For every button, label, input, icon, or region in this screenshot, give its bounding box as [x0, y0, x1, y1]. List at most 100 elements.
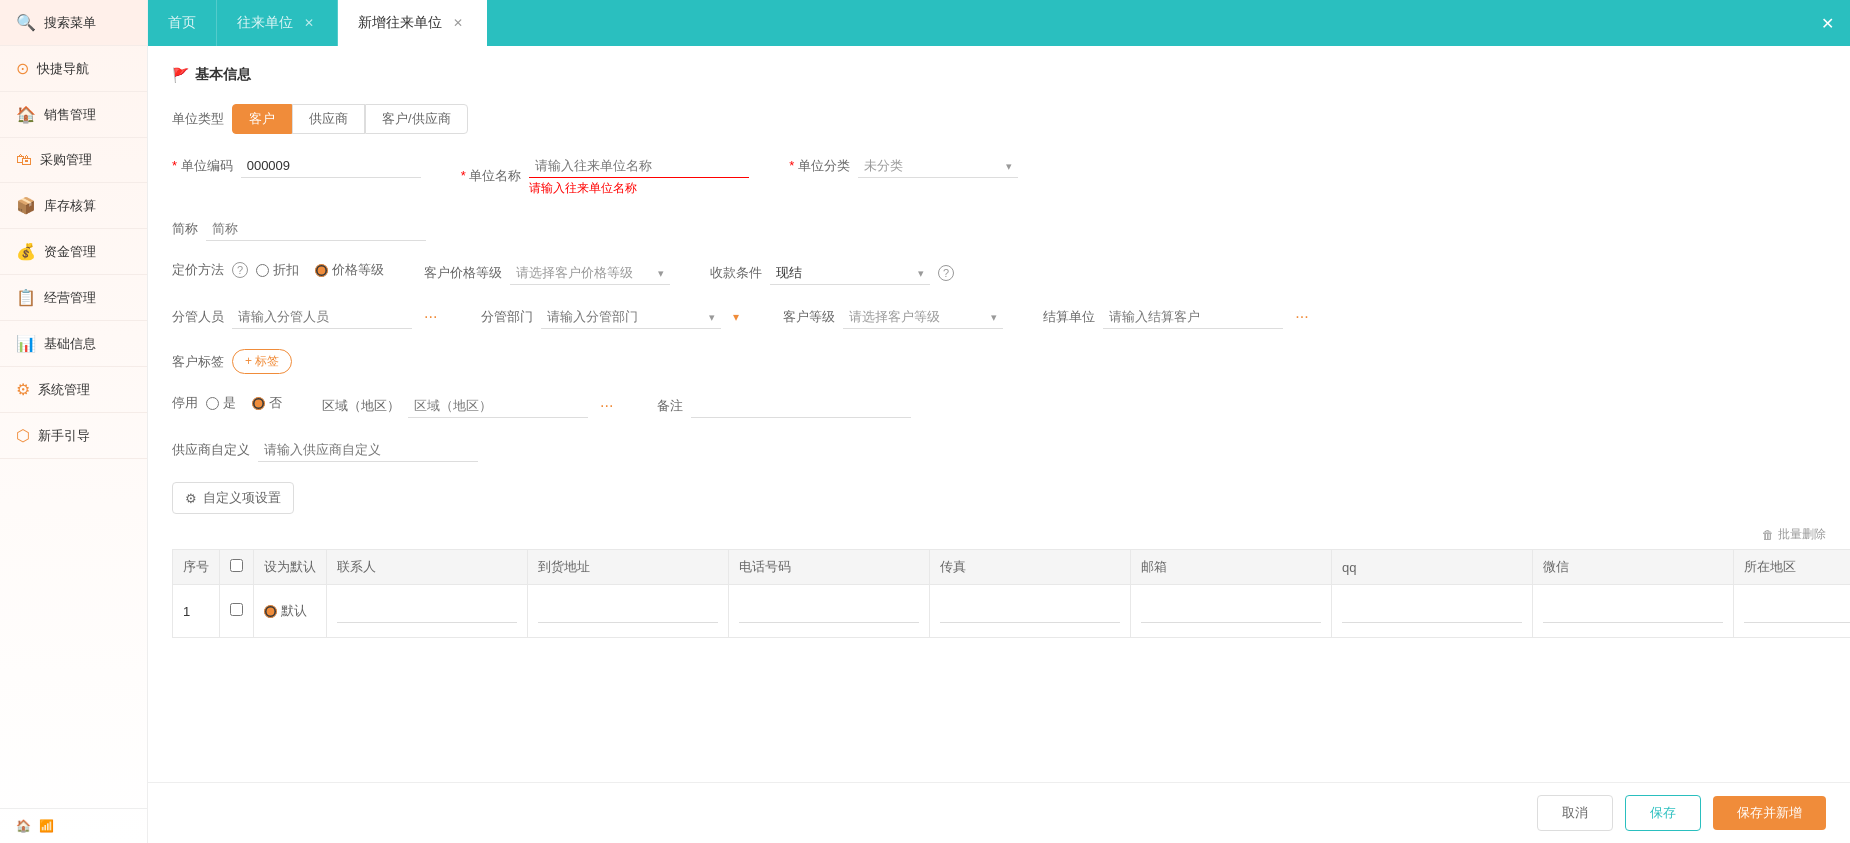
disable-region-row: 停用 是 否 区域（地区） ··· 备注	[172, 394, 1826, 418]
settlement-unit-input[interactable]	[1103, 305, 1283, 329]
unit-type-supplier[interactable]: 供应商	[292, 104, 365, 134]
sidebar-bottom-icon1: 🏠	[16, 819, 31, 833]
unit-name-with-error: 请输入往来单位名称	[529, 154, 749, 197]
sidebar-item-finance[interactable]: 💰 资金管理	[0, 229, 147, 275]
disable-field: 停用 是 否	[172, 394, 282, 412]
cell-address[interactable]	[528, 585, 729, 638]
pricing-discount-radio[interactable]	[256, 264, 269, 277]
unit-name-input[interactable]	[529, 154, 749, 178]
unit-category-select-wrapper: 未分类	[858, 154, 1018, 178]
sidebar-item-purchase[interactable]: 🛍 采购管理	[0, 138, 147, 183]
region-more-btn[interactable]: ···	[596, 397, 617, 415]
unit-code-input[interactable]	[241, 154, 421, 178]
contacts-table: 序号 设为默认 联系人 到货地址 电话号码 传真 邮箱 qq 微信 所在地区 操…	[172, 549, 1850, 638]
unit-type-group: 客户 供应商 客户/供应商	[232, 104, 468, 134]
select-all-checkbox[interactable]	[230, 559, 243, 572]
wechat-input[interactable]	[1543, 599, 1723, 623]
department-more-btn[interactable]: ▾	[729, 310, 743, 324]
customer-price-level-select[interactable]: 请选择客户价格等级	[510, 261, 670, 285]
sidebar-item-sales[interactable]: 🏠 销售管理	[0, 92, 147, 138]
system-icon: ⚙	[16, 380, 30, 399]
footer-bar: 取消 保存 保存并新增	[148, 782, 1850, 843]
supplier-custom-input[interactable]	[258, 438, 478, 462]
short-name-row: 简称	[172, 217, 1826, 241]
save-button[interactable]: 保存	[1625, 795, 1701, 831]
cell-qq[interactable]	[1332, 585, 1533, 638]
unit-category-label: 单位分类	[789, 157, 850, 175]
short-name-input[interactable]	[206, 217, 426, 241]
sidebar-item-system[interactable]: ⚙ 系统管理	[0, 367, 147, 413]
save-and-new-button[interactable]: 保存并新增	[1713, 796, 1826, 830]
pricing-level-radio[interactable]	[315, 264, 328, 277]
disable-no-option[interactable]: 否	[252, 394, 282, 412]
region-row-input[interactable]	[1744, 599, 1850, 623]
email-input[interactable]	[1141, 599, 1321, 623]
tag-label: 客户标签	[172, 353, 224, 371]
basic-icon: 📊	[16, 334, 36, 353]
cell-wechat[interactable]	[1533, 585, 1734, 638]
custom-settings-button[interactable]: ⚙ 自定义项设置	[172, 482, 294, 514]
batch-delete-label: 批量删除	[1778, 526, 1826, 543]
sidebar-item-search[interactable]: 🔍 搜索菜单	[0, 0, 147, 46]
cell-phone[interactable]	[729, 585, 930, 638]
default-radio-label[interactable]: 默认	[264, 602, 316, 620]
payment-terms-select[interactable]: 现结	[770, 261, 930, 285]
department-label: 分管部门	[481, 308, 533, 326]
sidebar-item-label: 销售管理	[44, 106, 96, 124]
cancel-button[interactable]: 取消	[1537, 795, 1613, 831]
contact-input[interactable]	[337, 599, 517, 623]
phone-input[interactable]	[739, 599, 919, 623]
manager-input[interactable]	[232, 305, 412, 329]
col-contact: 联系人	[327, 550, 528, 585]
remark-input[interactable]	[691, 394, 911, 418]
pricing-method-label: 定价方法	[172, 261, 224, 279]
sidebar-item-operations[interactable]: 📋 经营管理	[0, 275, 147, 321]
settlement-more-btn[interactable]: ···	[1291, 308, 1312, 326]
customer-level-label: 客户等级	[783, 308, 835, 326]
tag-row: 客户标签 + 标签	[172, 349, 1826, 374]
unit-type-customer[interactable]: 客户	[232, 104, 292, 134]
unit-category-select[interactable]: 未分类	[858, 154, 1018, 178]
cell-region[interactable]	[1734, 585, 1851, 638]
pricing-help-icon[interactable]: ?	[232, 262, 248, 278]
sidebar-item-inventory[interactable]: 📦 库存核算	[0, 183, 147, 229]
settlement-unit-field: 结算单位 ···	[1043, 305, 1312, 329]
sidebar-item-label: 快捷导航	[37, 60, 89, 78]
disable-yes-radio[interactable]	[206, 397, 219, 410]
fax-input[interactable]	[940, 599, 1120, 623]
tab-partners[interactable]: 往来单位 ✕	[217, 0, 338, 46]
sidebar-item-newguide[interactable]: ⬡ 新手引导	[0, 413, 147, 459]
sidebar-item-quicknav[interactable]: ⊙ 快捷导航	[0, 46, 147, 92]
cell-email[interactable]	[1131, 585, 1332, 638]
payment-terms-help-icon[interactable]: ?	[938, 265, 954, 281]
cell-contact[interactable]	[327, 585, 528, 638]
col-fax: 传真	[930, 550, 1131, 585]
tab-new-partner[interactable]: 新增往来单位 ✕	[338, 0, 487, 46]
add-tag-button[interactable]: + 标签	[232, 349, 292, 374]
sidebar-item-basic[interactable]: 📊 基础信息	[0, 321, 147, 367]
manager-more-btn[interactable]: ···	[420, 308, 441, 326]
disable-yes-option[interactable]: 是	[206, 394, 236, 412]
disable-no-radio[interactable]	[252, 397, 265, 410]
region-input[interactable]	[408, 394, 588, 418]
cell-checkbox[interactable]	[220, 585, 254, 638]
address-input[interactable]	[538, 599, 718, 623]
default-radio[interactable]	[264, 605, 277, 618]
department-input[interactable]	[541, 305, 721, 329]
tab-new-partner-close[interactable]: ✕	[450, 15, 466, 31]
table-row: 1 默认	[173, 585, 1851, 638]
tab-partners-close[interactable]: ✕	[301, 15, 317, 31]
customer-level-select[interactable]: 请选择客户等级	[843, 305, 1003, 329]
unit-type-both[interactable]: 客户/供应商	[365, 104, 468, 134]
qq-input[interactable]	[1342, 599, 1522, 623]
quicknav-icon: ⊙	[16, 59, 29, 78]
customer-level-field: 客户等级 请选择客户等级	[783, 305, 1003, 329]
pricing-discount-option[interactable]: 折扣	[256, 261, 299, 279]
close-all-button[interactable]: ✕	[1805, 0, 1850, 46]
pricing-level-option[interactable]: 价格等级	[315, 261, 384, 279]
sidebar-item-label: 经营管理	[44, 289, 96, 307]
row-checkbox[interactable]	[230, 603, 243, 616]
newguide-icon: ⬡	[16, 426, 30, 445]
tab-home[interactable]: 首页	[148, 0, 217, 46]
cell-fax[interactable]	[930, 585, 1131, 638]
